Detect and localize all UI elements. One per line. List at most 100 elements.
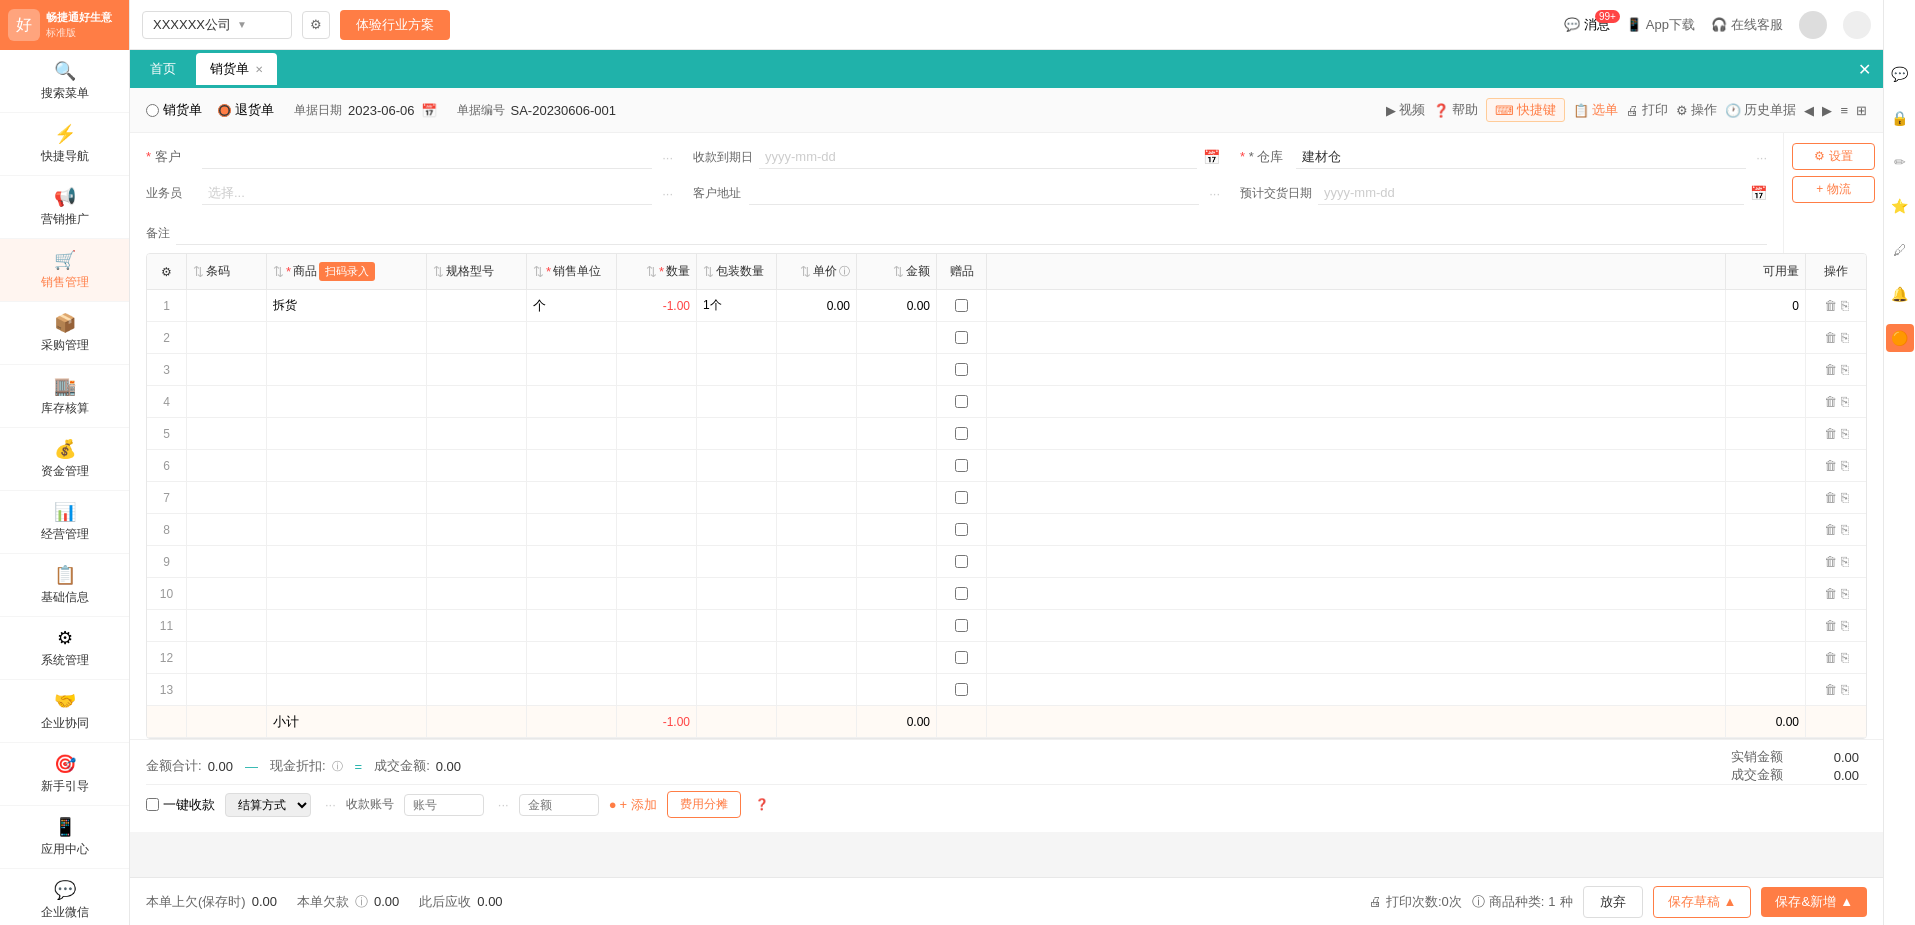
td-product-2[interactable] <box>267 354 427 385</box>
td-product-4[interactable] <box>267 418 427 449</box>
td-pkg-2[interactable] <box>697 354 777 385</box>
radio-sale-input[interactable] <box>146 104 159 117</box>
salesperson-more-icon[interactable]: ··· <box>662 186 673 201</box>
td-pkg-10[interactable] <box>697 610 777 641</box>
td-pkg-6[interactable] <box>697 482 777 513</box>
td-product-0[interactable] <box>267 290 427 321</box>
copy-icon-7[interactable]: ⎘ <box>1841 522 1849 537</box>
delete-icon-10[interactable]: 🗑 <box>1824 618 1837 633</box>
td-unit-2[interactable] <box>527 354 617 385</box>
product-input-8[interactable] <box>273 555 420 569</box>
spec-input-1[interactable] <box>433 331 520 345</box>
barcode-input-6[interactable] <box>193 491 260 505</box>
delete-icon-2[interactable]: 🗑 <box>1824 362 1837 377</box>
amount-input[interactable] <box>519 794 599 816</box>
td-spec-9[interactable] <box>427 578 527 609</box>
product-input-7[interactable] <box>273 523 420 537</box>
gift-checkbox-6[interactable] <box>955 491 968 504</box>
spec-input-4[interactable] <box>433 427 520 441</box>
td-qty-3[interactable] <box>617 386 697 417</box>
td-barcode-1[interactable] <box>187 322 267 353</box>
barcode-input-3[interactable] <box>193 395 260 409</box>
td-gift-9[interactable] <box>937 578 987 609</box>
barcode-input-1[interactable] <box>193 331 260 345</box>
td-price-11[interactable] <box>777 642 857 673</box>
spec-input-7[interactable] <box>433 523 520 537</box>
shortcut-btn[interactable]: ⌨ 快捷键 <box>1486 98 1565 122</box>
settings-button[interactable]: ⚙ <box>302 11 330 39</box>
td-barcode-10[interactable] <box>187 610 267 641</box>
tab-home[interactable]: 首页 <box>134 50 192 88</box>
td-product-8[interactable] <box>267 546 427 577</box>
td-qty-10[interactable] <box>617 610 697 641</box>
payment-date-input[interactable] <box>759 145 1197 169</box>
gift-checkbox-2[interactable] <box>955 363 968 376</box>
online-service-button[interactable]: 🎧 在线客服 <box>1711 16 1783 34</box>
td-gift-2[interactable] <box>937 354 987 385</box>
td-product-5[interactable] <box>267 450 427 481</box>
right-icon-star[interactable]: ⭐ <box>1886 192 1914 220</box>
copy-icon-1[interactable]: ⎘ <box>1841 330 1849 345</box>
td-amount-3[interactable] <box>857 386 937 417</box>
td-unit-8[interactable] <box>527 546 617 577</box>
gift-checkbox-1[interactable] <box>955 331 968 344</box>
td-product-10[interactable] <box>267 610 427 641</box>
sidebar-item-4[interactable]: 📦采购管理 <box>0 302 129 365</box>
close-all-btn[interactable]: ✕ <box>1850 61 1879 78</box>
sidebar-item-5[interactable]: 🏬库存核算 <box>0 365 129 428</box>
product-input-5[interactable] <box>273 459 420 473</box>
td-barcode-9[interactable] <box>187 578 267 609</box>
td-price-12[interactable] <box>777 674 857 705</box>
grid-view-btn[interactable]: ⊞ <box>1856 103 1867 118</box>
right-icon-pen[interactable]: 🖊 <box>1886 236 1914 264</box>
warehouse-more-icon[interactable]: ··· <box>1756 150 1767 165</box>
tab-order[interactable]: 销货单 ✕ <box>196 53 277 85</box>
td-unit-12[interactable] <box>527 674 617 705</box>
td-product-6[interactable] <box>267 482 427 513</box>
td-pkg-8[interactable] <box>697 546 777 577</box>
one-click-pay-checkbox[interactable]: 一键收款 <box>146 796 215 814</box>
gift-checkbox-7[interactable] <box>955 523 968 536</box>
right-icon-bell[interactable]: 🔔 <box>1886 280 1914 308</box>
sidebar-item-1[interactable]: ⚡快捷导航 <box>0 113 129 176</box>
sidebar-item-8[interactable]: 📋基础信息 <box>0 554 129 617</box>
print-btn[interactable]: 🖨 打印 <box>1626 101 1668 119</box>
td-spec-1[interactable] <box>427 322 527 353</box>
td-spec-12[interactable] <box>427 674 527 705</box>
td-barcode-7[interactable] <box>187 514 267 545</box>
notes-input[interactable] <box>176 221 1767 245</box>
select-btn[interactable]: 📋 选单 <box>1573 101 1618 119</box>
td-spec-10[interactable] <box>427 610 527 641</box>
spec-input-9[interactable] <box>433 587 520 601</box>
barcode-input-7[interactable] <box>193 523 260 537</box>
td-spec-7[interactable] <box>427 514 527 545</box>
expense-split-button[interactable]: 费用分摊 <box>667 791 741 818</box>
td-gift-8[interactable] <box>937 546 987 577</box>
delete-icon-5[interactable]: 🗑 <box>1824 458 1837 473</box>
spec-input-8[interactable] <box>433 555 520 569</box>
td-product-3[interactable] <box>267 386 427 417</box>
spec-input-11[interactable] <box>433 651 520 665</box>
payment-calendar-icon[interactable]: 📅 <box>1203 149 1220 165</box>
td-qty-11[interactable] <box>617 642 697 673</box>
td-qty-9[interactable] <box>617 578 697 609</box>
td-amount-7[interactable] <box>857 514 937 545</box>
copy-icon-3[interactable]: ⎘ <box>1841 394 1849 409</box>
td-barcode-6[interactable] <box>187 482 267 513</box>
barcode-input-12[interactable] <box>193 683 260 697</box>
product-type-count[interactable]: ⓘ 商品种类: 1 种 <box>1472 893 1573 911</box>
sidebar-item-6[interactable]: 💰资金管理 <box>0 428 129 491</box>
td-unit-9[interactable] <box>527 578 617 609</box>
add-payment-button[interactable]: ● + 添加 <box>609 796 657 814</box>
td-price-6[interactable] <box>777 482 857 513</box>
td-qty-0[interactable]: -1.00 <box>617 290 697 321</box>
copy-icon-9[interactable]: ⎘ <box>1841 586 1849 601</box>
delete-icon-0[interactable]: 🗑 <box>1824 298 1837 313</box>
td-gift-6[interactable] <box>937 482 987 513</box>
right-icon-lock[interactable]: 🔒 <box>1886 104 1914 132</box>
td-price-9[interactable] <box>777 578 857 609</box>
sidebar-item-9[interactable]: ⚙系统管理 <box>0 617 129 680</box>
td-gift-12[interactable] <box>937 674 987 705</box>
td-unit-3[interactable] <box>527 386 617 417</box>
calc-method-select[interactable]: 结算方式 <box>225 793 311 817</box>
